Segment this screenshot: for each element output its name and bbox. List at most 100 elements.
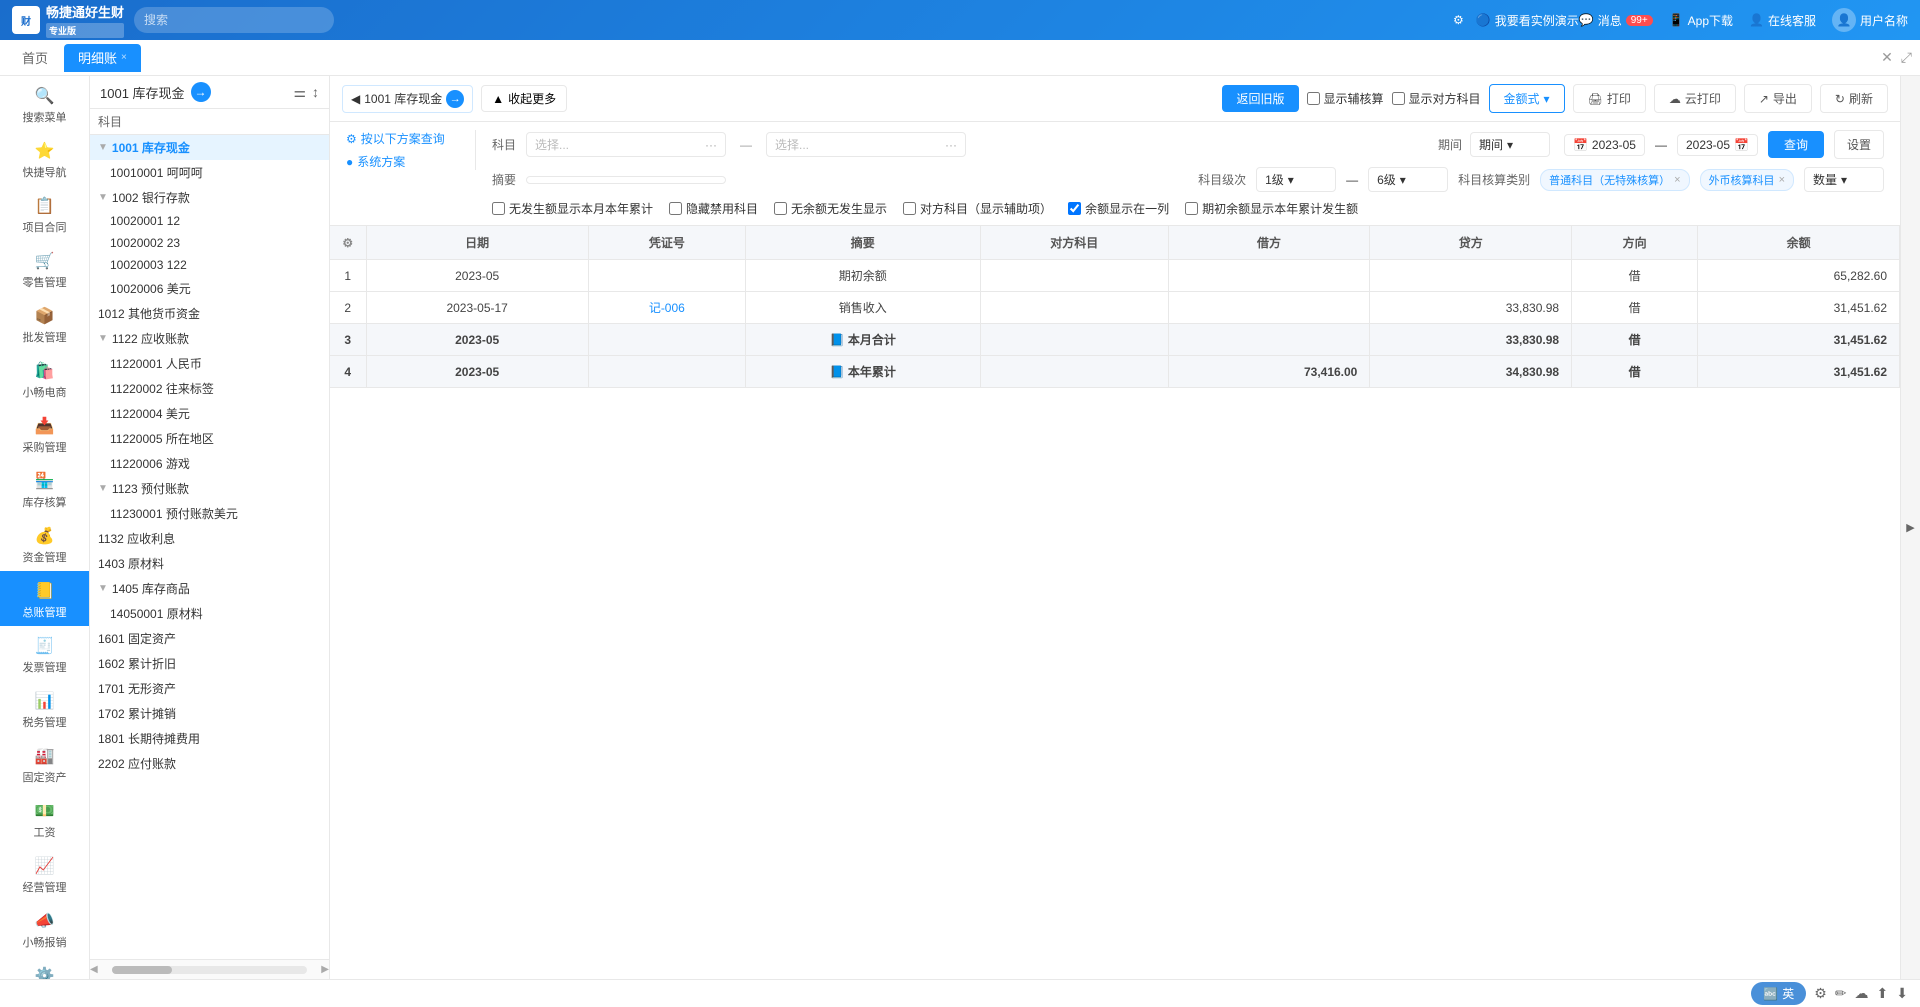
sidebar-item-salary[interactable]: 💵 工资 — [0, 791, 89, 846]
scroll-left-btn[interactable]: ◀ — [90, 964, 98, 975]
quantity-select[interactable]: 数量 ▾ — [1804, 167, 1884, 192]
tree-node-1001[interactable]: ▼ 1001 库存现金 — [90, 135, 329, 160]
export-btn[interactable]: ↗ 导出 — [1744, 84, 1812, 113]
tree-node-1701[interactable]: 1701 无形资产 — [90, 676, 329, 701]
sidebar-search-btn[interactable]: 🔍 搜索菜单 — [0, 76, 89, 131]
sidebar-item-operations[interactable]: 📈 经营管理 — [0, 846, 89, 901]
tree-node-1403[interactable]: 1403 原材料 — [90, 551, 329, 576]
sidebar-item-finance[interactable]: 💰 资金管理 — [0, 516, 89, 571]
tree-columns-icon[interactable]: ⚌ — [293, 84, 306, 101]
tree-node-1801[interactable]: 1801 长期待摊费用 — [90, 726, 329, 751]
bottom-upload-icon[interactable]: ⬆ — [1877, 985, 1889, 1002]
cb-opening-balance[interactable]: 期初余额显示本年累计发生额 — [1185, 200, 1358, 217]
cb-no-balance-show[interactable]: 无发生额显示本月本年累计 — [492, 200, 653, 217]
bottom-settings-icon[interactable]: ⚙ — [1814, 985, 1827, 1002]
lang-switch-btn[interactable]: 🔤 英 — [1751, 982, 1806, 1005]
window-expand-btn[interactable]: ⤢ — [1901, 49, 1912, 66]
message-btn[interactable]: 💬 消息 99+ — [1579, 12, 1653, 29]
demo-btn[interactable]: 🔵 我要看实例演示 — [1476, 12, 1579, 29]
bottom-cloud-icon[interactable]: ☁ — [1855, 985, 1869, 1002]
sidebar-item-sales[interactable]: 📣 小畅报销 — [0, 901, 89, 956]
print-btn[interactable]: 🖨 打印 — [1573, 84, 1646, 113]
date-start-btn[interactable]: 📅 2023-05 — [1564, 134, 1645, 156]
tree-node-1002[interactable]: ▼ 1002 银行存款 — [90, 185, 329, 210]
tree-node-11220005[interactable]: 11220005 所在地区 — [90, 426, 329, 451]
period-type-select[interactable]: 期间 ▾ — [1470, 132, 1550, 157]
sidebar-item-inventory[interactable]: 🏪 库存核算 — [0, 461, 89, 516]
app-download-btn[interactable]: 📱 App下载 — [1669, 12, 1733, 29]
tree-node-1602[interactable]: 1602 累计折旧 — [90, 651, 329, 676]
sidebar-quick-nav[interactable]: ⭐ 快捷导航 — [0, 131, 89, 186]
summary-input[interactable] — [526, 176, 726, 184]
online-service-btn[interactable]: 👤 在线客服 — [1749, 12, 1816, 29]
query-btn[interactable]: 查询 — [1768, 131, 1824, 158]
scroll-right-btn[interactable]: ▶ — [321, 964, 329, 975]
tab-close-icon[interactable]: × — [121, 52, 127, 63]
cb-balance-col-input[interactable] — [1068, 202, 1081, 215]
tree-node-11220001[interactable]: 11220001 人民币 — [90, 351, 329, 376]
sidebar-item-retail[interactable]: 🛒 零售管理 — [0, 241, 89, 296]
system-scheme[interactable]: ● 系统方案 — [346, 153, 463, 170]
category-tag-2[interactable]: 外币核算科目 × — [1700, 169, 1794, 191]
kemu-more2-icon[interactable]: ··· — [945, 138, 957, 152]
show-check-input[interactable] — [1307, 92, 1320, 105]
voucher-link[interactable]: 记-006 — [649, 301, 685, 315]
sidebar-item-ecommerce[interactable]: 🛍️ 小畅电商 — [0, 351, 89, 406]
tree-node-11220006[interactable]: 11220006 游戏 — [90, 451, 329, 476]
sidebar-item-tax[interactable]: 📊 税务管理 — [0, 681, 89, 736]
account-nav-btn[interactable]: → — [446, 90, 464, 108]
tree-node-1405[interactable]: ▼ 1405 库存商品 — [90, 576, 329, 601]
kemu-more-icon[interactable]: ··· — [705, 138, 717, 152]
tree-node-1601[interactable]: 1601 固定资产 — [90, 626, 329, 651]
tree-node-14050001[interactable]: 14050001 原材料 — [90, 601, 329, 626]
sidebar-item-purchase[interactable]: 📥 采购管理 — [0, 406, 89, 461]
tree-node-1702[interactable]: 1702 累计摊销 — [90, 701, 329, 726]
bottom-edit-icon[interactable]: ✏ — [1835, 985, 1847, 1002]
show-check-checkbox[interactable]: 显示辅核算 — [1307, 90, 1384, 107]
account-nav-arrow[interactable]: → — [191, 82, 211, 102]
collapse-more-btn[interactable]: ▲ 收起更多 — [481, 85, 567, 112]
refresh-btn[interactable]: ↻ 刷新 — [1820, 84, 1888, 113]
amount-style-btn[interactable]: 金额式 ▾ — [1489, 84, 1565, 113]
horizontal-scrollbar[interactable] — [112, 966, 308, 974]
sidebar-item-ledger[interactable]: 📒 总账管理 — [0, 571, 89, 626]
window-close-btn[interactable]: ✕ — [1881, 49, 1893, 66]
query-by-scheme[interactable]: ⚙ 按以下方案查询 — [346, 130, 463, 147]
sidebar-item-invoice[interactable]: 🧾 发票管理 — [0, 626, 89, 681]
cb-hide-disabled[interactable]: 隐藏禁用科目 — [669, 200, 758, 217]
tree-node-2202[interactable]: 2202 应付账款 — [90, 751, 329, 776]
category-tag-1[interactable]: 普通科目（无特殊核算） × — [1540, 169, 1689, 191]
tree-node-10020006[interactable]: 10020006 美元 — [90, 276, 329, 301]
tree-node-10020001[interactable]: 10020001 12 — [90, 210, 329, 232]
tree-node-1123[interactable]: ▼ 1123 预付账款 — [90, 476, 329, 501]
cb-no-balance-input[interactable] — [492, 202, 505, 215]
cb-opposite-subject[interactable]: 对方科目（显示辅助项） — [903, 200, 1052, 217]
cb-balance-one-col[interactable]: 余额显示在一列 — [1068, 200, 1169, 217]
cb-opening-input[interactable] — [1185, 202, 1198, 215]
tree-node-10020002[interactable]: 10020002 23 — [90, 232, 329, 254]
tree-node-11220004[interactable]: 11220004 美元 — [90, 401, 329, 426]
cb-hide-disabled-input[interactable] — [669, 202, 682, 215]
cb-opposite-input[interactable] — [903, 202, 916, 215]
setting-btn[interactable]: 设置 — [1834, 130, 1884, 159]
tree-node-1132[interactable]: 1132 应收利息 — [90, 526, 329, 551]
search-input[interactable] — [134, 7, 334, 33]
level-start-select[interactable]: 1级 ▾ — [1256, 167, 1336, 192]
tree-node-11230001[interactable]: 11230001 预付账款美元 — [90, 501, 329, 526]
sidebar-item-base[interactable]: ⚙️ 基础信息 — [0, 956, 89, 979]
tab-ledger[interactable]: 明细账 × — [64, 44, 141, 72]
tab-home[interactable]: 首页 — [8, 44, 62, 72]
level-end-select[interactable]: 6级 ▾ — [1368, 167, 1448, 192]
tree-node-10020003[interactable]: 10020003 122 — [90, 254, 329, 276]
tree-node-1012[interactable]: 1012 其他货币资金 — [90, 301, 329, 326]
tree-node-11220002[interactable]: 11220002 往来标签 — [90, 376, 329, 401]
cb-no-balance2-input[interactable] — [774, 202, 787, 215]
bottom-download-icon[interactable]: ⬇ — [1896, 985, 1908, 1002]
cloud-print-btn[interactable]: ☁ 云打印 — [1654, 84, 1736, 113]
back-old-version-btn[interactable]: 返回旧版 — [1222, 85, 1298, 112]
sidebar-item-project[interactable]: 📋 项目合同 — [0, 186, 89, 241]
date-end-btn[interactable]: 2023-05 📅 — [1677, 134, 1758, 156]
tree-node-1122[interactable]: ▼ 1122 应收账款 — [90, 326, 329, 351]
tag-close-2[interactable]: × — [1779, 174, 1785, 186]
tree-node-10010001[interactable]: 10010001 呵呵呵 — [90, 160, 329, 185]
